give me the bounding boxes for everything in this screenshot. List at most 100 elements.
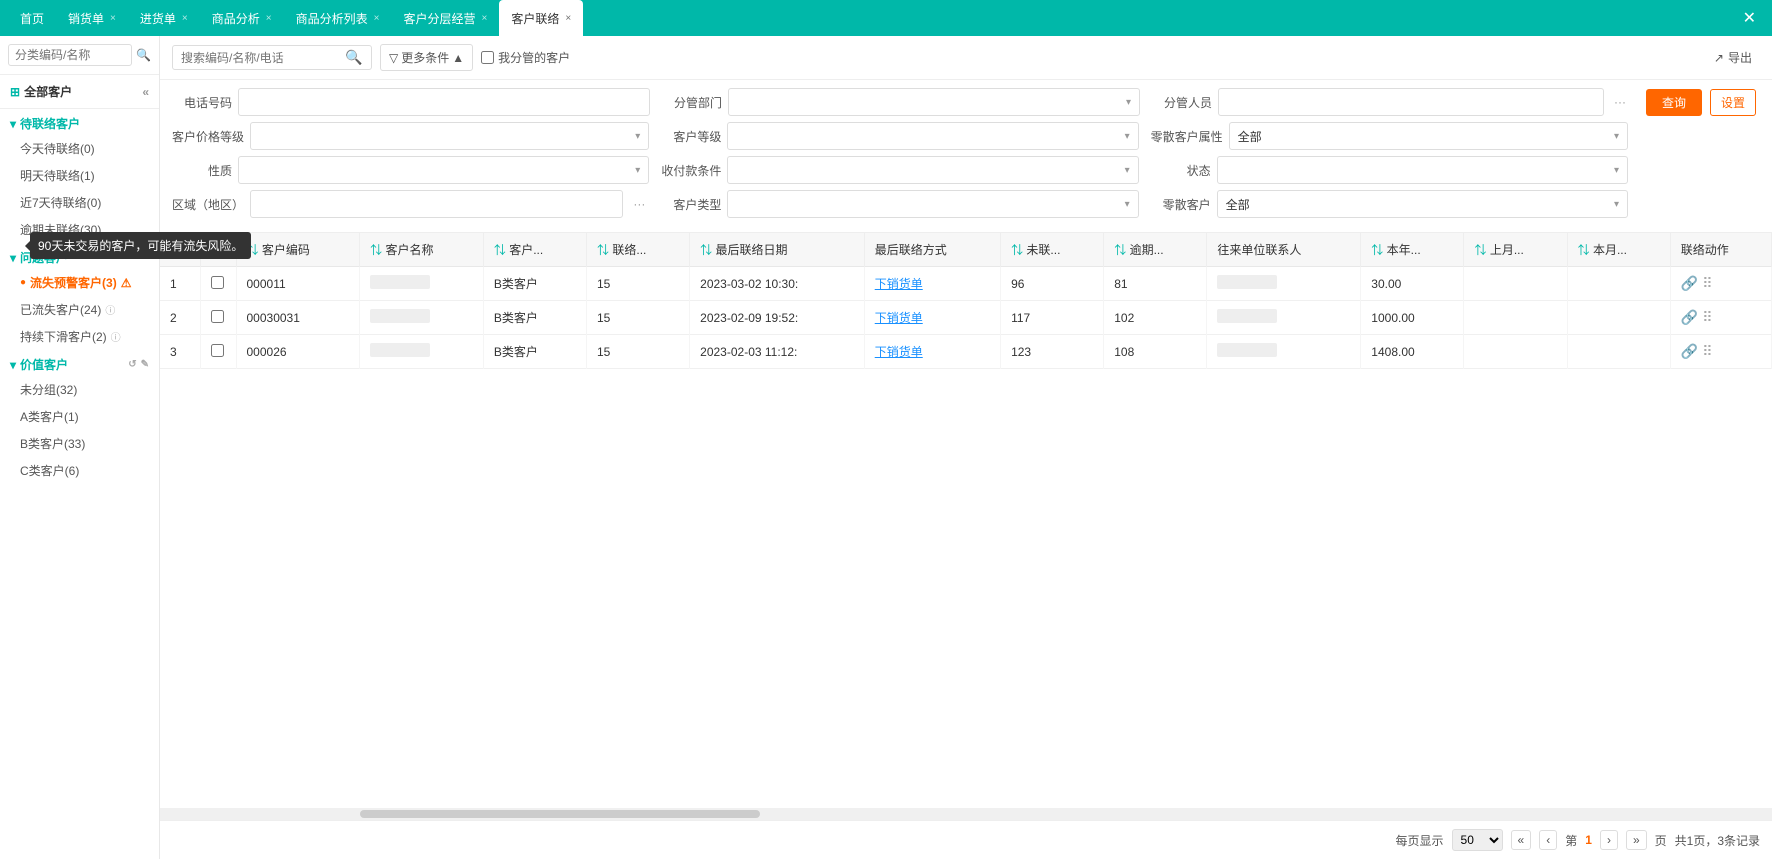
col-type: ⇅ 客户... (483, 233, 586, 267)
sort-icon-year: ⇅ (1371, 243, 1383, 257)
sidebar-item-class-a[interactable]: A类客户(1) (0, 403, 159, 430)
tab-customer-contact[interactable]: 客户联络 × (499, 0, 583, 36)
close-tab-customer-contact[interactable]: × (565, 13, 571, 24)
scrollbar-thumb[interactable] (360, 810, 760, 818)
close-tab-sales[interactable]: × (110, 13, 116, 24)
sidebar-group-pending[interactable]: ▾ 待联络客户 (0, 109, 159, 135)
table-row: 1 000011 B类客户 15 2023-03-02 10:30: 下销货单 … (160, 267, 1772, 301)
per-page-select[interactable]: 50 100 (1452, 829, 1503, 851)
tab-sales[interactable]: 销货单 × (56, 0, 128, 36)
row-checkbox[interactable] (200, 267, 236, 301)
nature-chevron: ▾ (635, 165, 640, 176)
sidebar-item-today[interactable]: 今天待联络(0) (0, 135, 159, 162)
row-last-way[interactable]: 下销货单 (864, 267, 1000, 301)
refresh-icon[interactable]: ↺ (128, 359, 136, 370)
prev-page-button[interactable]: ‹ (1539, 830, 1557, 850)
tab-home[interactable]: 首页 (8, 0, 56, 36)
close-all-button[interactable]: ✕ (1735, 8, 1764, 28)
chevron-down-icon-2: ▾ (10, 251, 16, 265)
sidebar-item-class-c[interactable]: C类客户(6) (0, 457, 159, 484)
row-action-link[interactable]: 🔗 (1681, 309, 1698, 326)
tooltip-problem-customers: 90天未交易的客户，可能有流失风险。 (30, 232, 160, 259)
row-checkbox[interactable] (200, 301, 236, 335)
close-tab-purchase[interactable]: × (182, 13, 188, 24)
price-level-select[interactable]: ▾ (250, 122, 649, 150)
sidebar-item-7days[interactable]: 近7天待联络(0) (0, 189, 159, 216)
filter-row-3: 性质 ▾ 收付款条件 ▾ 状态 ▾ (172, 156, 1760, 184)
row-last-date: 2023-03-02 10:30: (690, 267, 865, 301)
scatter-attr-label: 零散客户属性 (1151, 128, 1223, 145)
sort-icon-lmonth: ⇅ (1474, 243, 1486, 257)
my-customers-checkbox[interactable] (481, 51, 494, 64)
query-button[interactable]: 查询 (1646, 89, 1702, 116)
scatter-cust-select[interactable]: 全部 ▾ (1217, 190, 1628, 218)
sidebar-item-churn-warning[interactable]: ● 流失预警客户(3) ⚠ (0, 269, 159, 296)
search-input[interactable] (181, 51, 341, 65)
sidebar-item-declining[interactable]: 持续下滑客户(2) ⓘ (0, 323, 159, 350)
cust-type-select[interactable]: ▾ (727, 190, 1138, 218)
close-tab-customer-tier[interactable]: × (481, 13, 487, 24)
nature-select[interactable]: ▾ (238, 156, 649, 184)
status-label: 状态 (1151, 162, 1211, 179)
close-tab-product-list[interactable]: × (374, 13, 380, 24)
row-index: 1 (160, 267, 200, 301)
warning-icon: ⚠ (121, 276, 132, 290)
row-action-more[interactable]: ⠿ (1702, 343, 1712, 360)
first-page-button[interactable]: « (1511, 830, 1532, 850)
sidebar-search-icon[interactable]: 🔍 (136, 48, 151, 62)
row-action-link[interactable]: 🔗 (1681, 343, 1698, 360)
sidebar-search-input[interactable] (8, 44, 132, 66)
tab-customer-tier[interactable]: 客户分层经营 × (391, 0, 499, 36)
data-table-container: ⚙ ⇅ 客户编码 ⇅ 客户名称 (160, 233, 1772, 808)
row-name (360, 301, 484, 335)
person-select[interactable] (1218, 88, 1604, 116)
search-button[interactable]: 🔍 (345, 49, 362, 66)
cust-level-select[interactable]: ▾ (727, 122, 1138, 150)
region-more-icon[interactable]: ··· (629, 197, 649, 211)
sort-icon-not: ⇅ (1011, 243, 1023, 257)
settings-button[interactable]: 设置 (1710, 89, 1756, 116)
scatter-attr-select[interactable]: 全部 ▾ (1229, 122, 1628, 150)
row-action-link[interactable]: 🔗 (1681, 275, 1698, 292)
close-tab-product-analysis[interactable]: × (266, 13, 272, 24)
tab-product-list[interactable]: 商品分析列表 × (284, 0, 392, 36)
sidebar-item-ungrouped[interactable]: 未分组(32) (0, 376, 159, 403)
payment-select[interactable]: ▾ (727, 156, 1138, 184)
filter-cust-type: 客户类型 ▾ (661, 190, 1138, 218)
row-action-more[interactable]: ⠿ (1702, 309, 1712, 326)
dept-select[interactable]: ▾ (728, 88, 1140, 116)
horizontal-scrollbar[interactable] (160, 808, 1772, 820)
filter-person: 分管人员 ··· (1152, 88, 1630, 116)
row-last-way[interactable]: 下销货单 (864, 301, 1000, 335)
row-last-way[interactable]: 下销货单 (864, 335, 1000, 369)
phone-input[interactable] (238, 88, 650, 116)
next-page-button[interactable]: › (1600, 830, 1618, 850)
tab-product-analysis[interactable]: 商品分析 × (200, 0, 284, 36)
person-more-icon[interactable]: ··· (1610, 95, 1630, 109)
last-page-button[interactable]: » (1626, 830, 1647, 850)
collapse-icon[interactable]: « (142, 85, 149, 99)
row-action-more[interactable]: ⠿ (1702, 275, 1712, 292)
sidebar-group-value[interactable]: ▾ 价值客户 ↺ ✎ (0, 350, 159, 376)
cust-type-label: 客户类型 (661, 196, 721, 213)
sidebar-item-tomorrow[interactable]: 明天待联络(1) (0, 162, 159, 189)
row-overdue: 81 (1104, 267, 1207, 301)
my-customers-checkbox-label[interactable]: 我分管的客户 (481, 49, 570, 66)
row-index: 2 (160, 301, 200, 335)
tab-purchase[interactable]: 进货单 × (128, 0, 200, 36)
more-filter-button[interactable]: ▽ 更多条件 ▲ (380, 44, 473, 71)
sort-icon-date: ⇅ (700, 243, 712, 257)
region-select[interactable] (250, 190, 623, 218)
row-contact: 15 (587, 267, 690, 301)
edit-icon[interactable]: ✎ (141, 359, 149, 370)
sidebar-item-class-b[interactable]: B类客户(33) (0, 430, 159, 457)
scatter-cust-label: 零散客户 (1151, 196, 1211, 213)
sidebar-search-area: 🔍 (0, 36, 159, 75)
row-checkbox[interactable] (200, 335, 236, 369)
export-button[interactable]: ↗ 导出 (1706, 45, 1760, 70)
sidebar-all-customers[interactable]: ⊞ 全部客户 « (0, 75, 159, 109)
col-action: 联络动作 (1670, 233, 1771, 267)
region-label: 区域（地区） (172, 196, 244, 213)
sidebar-item-churned[interactable]: 已流失客户(24) ⓘ (0, 296, 159, 323)
status-select[interactable]: ▾ (1217, 156, 1628, 184)
